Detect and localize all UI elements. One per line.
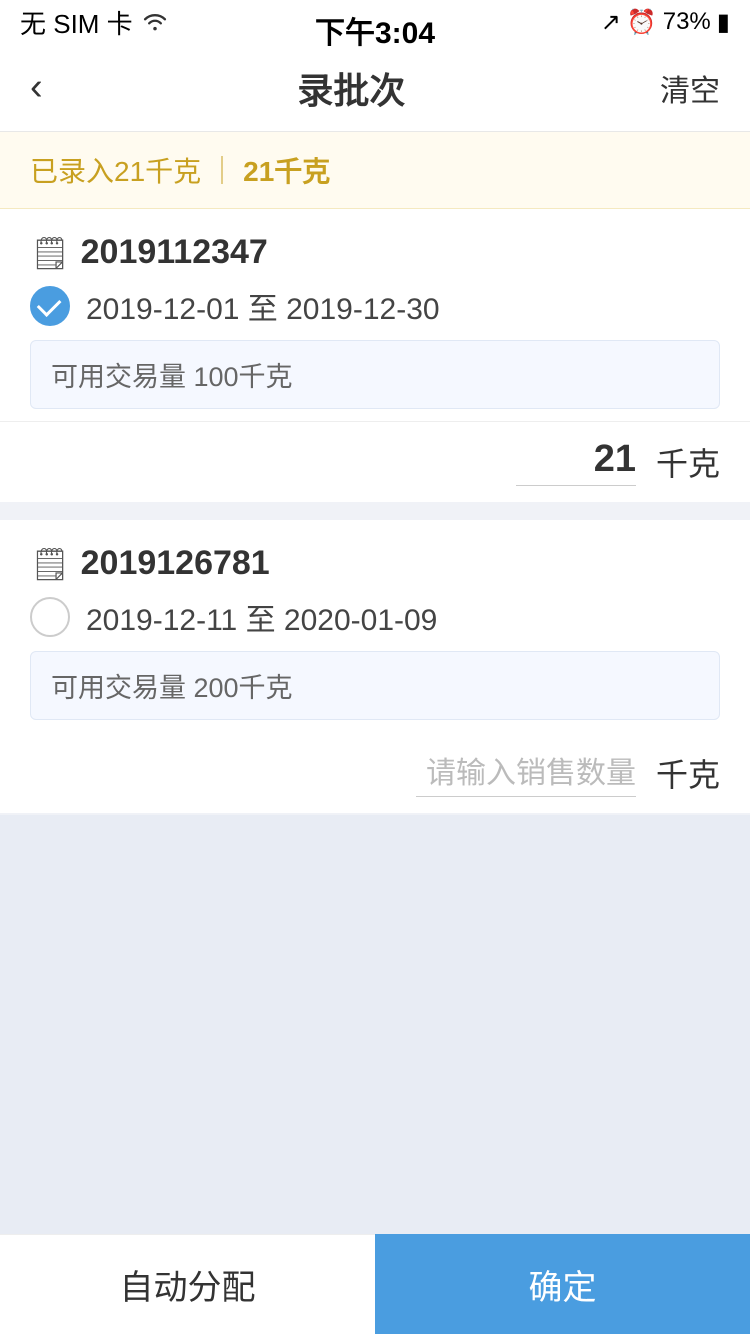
confirm-button[interactable]: 确定 [375, 1234, 750, 1334]
batch-card-1: 🗒 2019112347 2019-12-01 至 2019-12-30 可用交… [0, 209, 750, 502]
batch-1-quantity: 可用交易量 100千克 [30, 340, 720, 409]
status-bar: 无 SIM 卡 下午3:04 ↗ ⏰ 73% ▮ [0, 0, 750, 44]
batch-1-id: 2019112347 [81, 233, 268, 272]
battery-icon: ▮ [717, 8, 730, 37]
batch-2-unit: 千克 [656, 750, 720, 796]
batch-2-quantity-text: 可用交易量 200千克 [51, 673, 293, 703]
batch-2-input-placeholder[interactable]: 请输入销售数量 [426, 757, 636, 790]
location-icon: ↗ [601, 8, 621, 37]
clear-button[interactable]: 清空 [660, 66, 720, 110]
bottom-bar: 自动分配 确定 [0, 1234, 750, 1334]
page-title: 录批次 [297, 62, 405, 114]
batch-2-id: 2019126781 [81, 544, 270, 583]
info-value: 21千克 [243, 150, 330, 190]
batch-1-unit: 千克 [656, 439, 720, 485]
batch-1-quantity-text: 可用交易量 100千克 [51, 362, 293, 392]
status-time: 下午3:04 [315, 8, 435, 52]
info-divider [221, 156, 223, 184]
batch-1-icon: 🗒 [30, 234, 71, 272]
batch-1-amount-row: 21 千克 [0, 421, 750, 502]
sim-text: 无 SIM 卡 [20, 4, 133, 41]
batch-1-amount-value[interactable]: 21 [594, 438, 636, 480]
status-left: 无 SIM 卡 [20, 4, 169, 41]
batch-2-input-row: 请输入销售数量 千克 [0, 732, 750, 813]
auto-distribute-button[interactable]: 自动分配 [0, 1234, 375, 1334]
info-label: 已录入21千克 [30, 150, 201, 190]
batch-1-row: 2019-12-01 至 2019-12-30 [0, 280, 750, 340]
nav-bar: ‹ 录批次 清空 [0, 44, 750, 132]
batch-1-amount-underline: 21 [516, 438, 636, 486]
batch-2-radio[interactable] [30, 597, 70, 637]
batch-2-header: 🗒 2019126781 [0, 520, 750, 591]
batch-1-date: 2019-12-01 至 2019-12-30 [86, 284, 440, 328]
back-button[interactable]: ‹ [30, 66, 43, 109]
alarm-icon: ⏰ [627, 8, 657, 37]
batch-2-quantity: 可用交易量 200千克 [30, 651, 720, 720]
batch-1-radio[interactable] [30, 286, 70, 326]
section-gap-1 [0, 504, 750, 520]
info-banner: 已录入21千克 21千克 [0, 132, 750, 209]
batch-2-date: 2019-12-11 至 2020-01-09 [86, 595, 437, 639]
status-right: ↗ ⏰ 73% ▮ [601, 8, 730, 37]
gray-area [0, 815, 750, 1295]
wifi-icon [141, 7, 169, 38]
batch-2-icon: 🗒 [30, 545, 71, 583]
batch-2-input-underline: 请输入销售数量 [416, 748, 636, 797]
battery-text: 73% [663, 8, 711, 36]
batch-1-header: 🗒 2019112347 [0, 209, 750, 280]
batch-card-2: 🗒 2019126781 2019-12-11 至 2020-01-09 可用交… [0, 520, 750, 813]
batch-2-row: 2019-12-11 至 2020-01-09 [0, 591, 750, 651]
